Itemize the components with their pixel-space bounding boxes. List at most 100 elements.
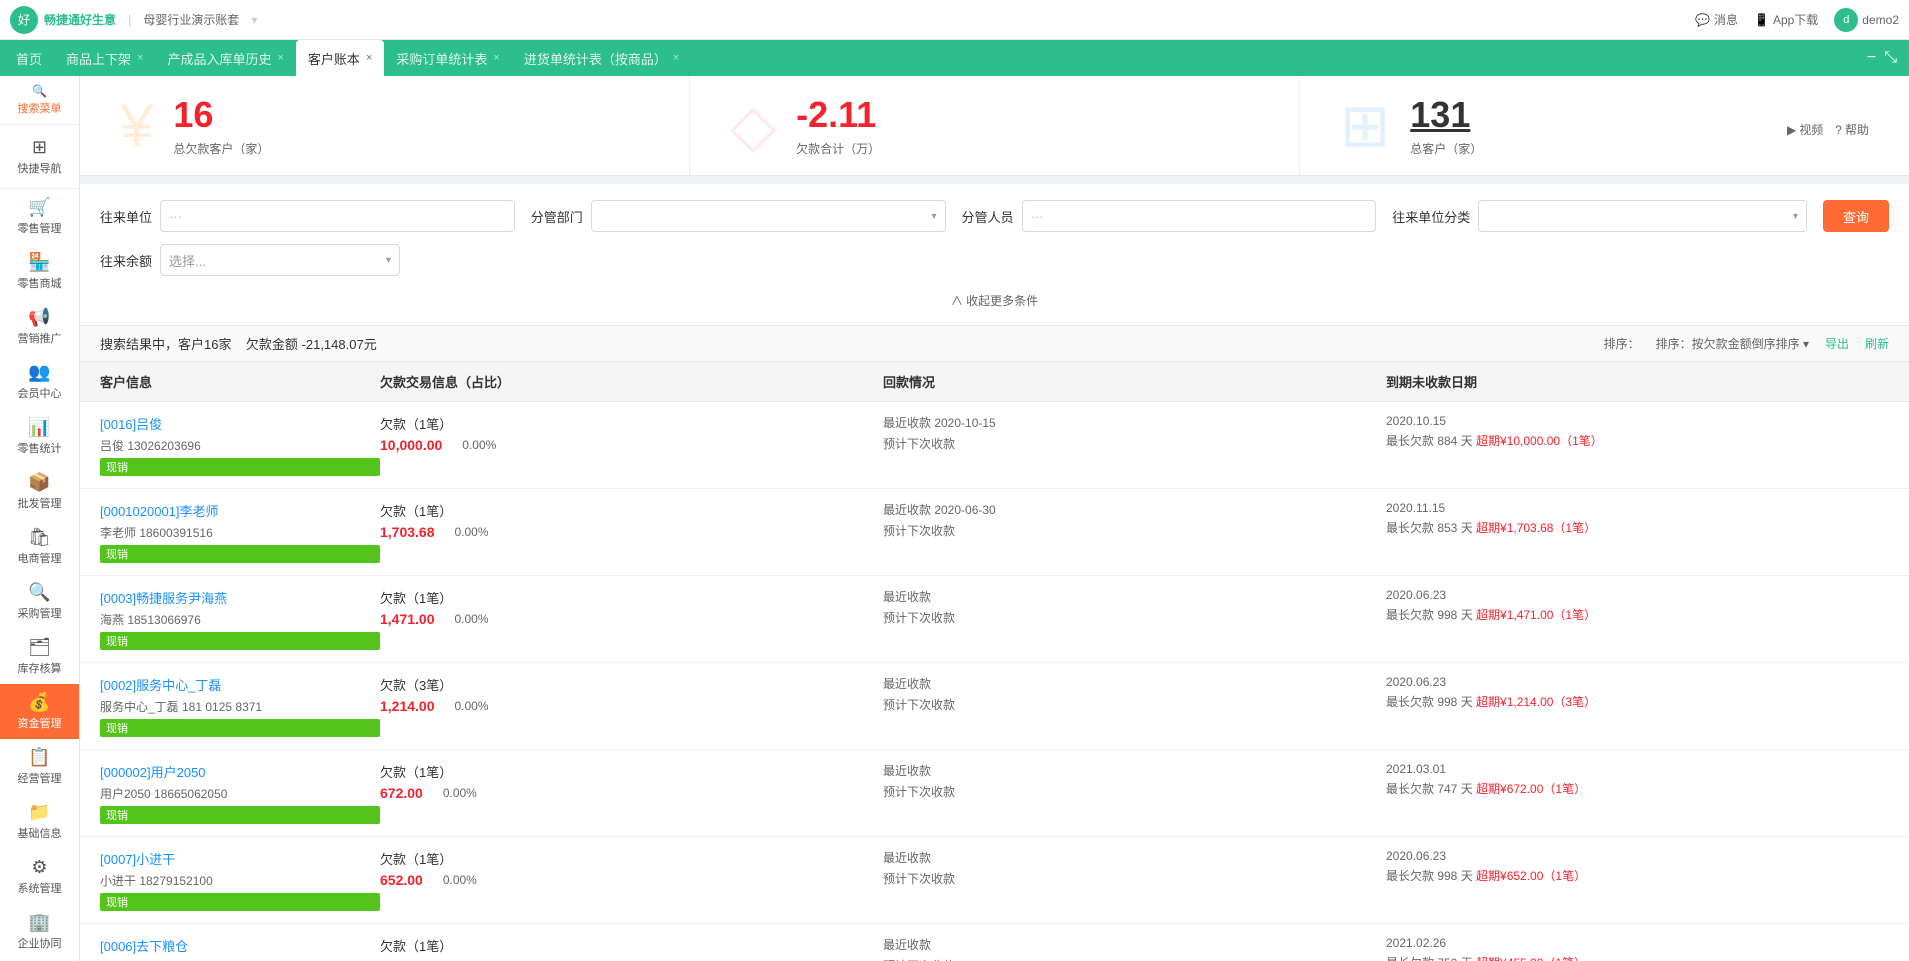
customer-tag-5: 现销 <box>100 893 380 911</box>
filter-from-unit: 往来单位 ··· <box>100 200 515 232</box>
customer-name-0[interactable]: [0016]吕俊 <box>100 414 380 433</box>
next-pay-0: 预计下次收款 <box>883 435 1386 452</box>
from-unit-input[interactable]: ··· <box>160 200 515 232</box>
customer-name-5[interactable]: [0007]小进干 <box>100 849 380 868</box>
debt-amount-row-1: 1,703.68 0.00% <box>380 524 883 540</box>
sidebar-item-purchase[interactable]: 🔍 采购管理 <box>0 574 79 629</box>
overdue-link-0[interactable]: 超期¥10,000.00（1笔） <box>1476 434 1603 448</box>
tab-close-customer-account[interactable]: × <box>366 52 372 64</box>
overdue-link-5[interactable]: 超期¥652.00（1笔） <box>1476 869 1586 883</box>
sidebar-items-container: 🛒 零售管理 🏪 零售商城 📢 营销推广 👥 会员中心 📊 零售统计 📦 批发管… <box>0 189 79 961</box>
customer-name-4[interactable]: [000002]用户2050 <box>100 762 380 781</box>
sidebar-item-basic[interactable]: 📁 基础信息 <box>0 794 79 849</box>
tab-label-purchase-order: 采购订单统计表 <box>396 49 487 68</box>
repay-info-0: 最近收款 2020-10-15 预计下次收款 <box>883 414 1386 476</box>
sidebar-item-corp[interactable]: 🏢 企业协同 <box>0 904 79 959</box>
sidebar-item-marketing[interactable]: 📢 营销推广 <box>0 299 79 354</box>
sidebar-item-ecommerce[interactable]: 🛍 电商管理 <box>0 519 79 574</box>
customer-phone-3: 服务中心_丁磊 181 0125 8371 <box>100 698 380 715</box>
video-button[interactable]: ▶ 视频 <box>1787 121 1823 138</box>
sidebar-item-retail-shop[interactable]: 🏪 零售商城 <box>0 244 79 299</box>
overdue-link-6[interactable]: 超期¥455.90（1笔） <box>1476 956 1586 961</box>
dept-select[interactable]: ▾ <box>591 200 946 232</box>
sidebar-search[interactable]: 🔍 搜索菜单 <box>0 76 79 125</box>
debt-amount-3: 1,214.00 <box>380 698 435 714</box>
tab-close-purchase-order[interactable]: × <box>493 52 499 64</box>
overdue-link-1[interactable]: 超期¥1,703.68（1笔） <box>1476 521 1596 535</box>
user-menu[interactable]: d demo2 <box>1834 8 1899 32</box>
tab-products[interactable]: 商品上下架× <box>54 40 155 76</box>
stat-icon-debt-amount: ◇ <box>730 91 776 161</box>
debt-row-5: 欠款（1笔） <box>380 849 883 868</box>
tab-purchase-order[interactable]: 采购订单统计表 × <box>384 40 511 76</box>
tab-production[interactable]: 产成品入库单历史× <box>155 40 295 76</box>
customer-name-3[interactable]: [0002]服务中心_丁磊 <box>100 675 380 694</box>
next-pay-5: 预计下次收款 <box>883 870 1386 887</box>
refresh-button[interactable]: 刷新 <box>1865 335 1889 352</box>
minimize-icon[interactable]: − <box>1867 49 1876 67</box>
results-actions: 排序： 排序：按欠款金额倒序排序 ▾ 导出 刷新 <box>1604 335 1889 352</box>
sidebar-item-system[interactable]: ⚙ 系统管理 <box>0 849 79 904</box>
maximize-icon[interactable]: ⤡ <box>1884 49 1897 67</box>
results-debt: 欠款金额 -21,148.07元 <box>246 337 377 352</box>
search-button[interactable]: 查询 <box>1823 200 1889 232</box>
filter-row-1: 往来单位 ··· 分管部门 ▾ 分管人员 · <box>100 200 1889 232</box>
quick-nav-label: 快捷导航 <box>18 160 62 176</box>
stat-label-debt-amount: 欠款合计（万） <box>796 140 880 157</box>
icon-corp: 🏢 <box>28 912 50 933</box>
tab-customer-account[interactable]: 客户账本× <box>296 40 384 76</box>
filter-label-unit-category: 往来单位分类 <box>1392 207 1470 226</box>
sidebar-item-ops[interactable]: 📋 经营管理 <box>0 739 79 794</box>
sort-select[interactable]: 排序：按欠款金额倒序排序 ▾ <box>1656 335 1809 352</box>
help-button[interactable]: ? 帮助 <box>1835 121 1869 138</box>
overdue-link-3[interactable]: 超期¥1,214.00（3笔） <box>1476 695 1596 709</box>
system-name: 母婴行业演示账套 <box>143 11 239 28</box>
filter-manager: 分管人员 ··· <box>962 200 1377 232</box>
tab-close-production[interactable]: × <box>277 52 283 64</box>
message-button[interactable]: 💬 消息 <box>1695 11 1738 28</box>
sidebar-item-member[interactable]: 👥 会员中心 <box>0 354 79 409</box>
customer-name-2[interactable]: [0003]畅捷服务尹海燕 <box>100 588 380 607</box>
customer-name-1[interactable]: [0001020001]李老师 <box>100 501 380 520</box>
customer-name-6[interactable]: [0006]去下粮仓 <box>100 936 380 955</box>
debt-amount-1: 1,703.68 <box>380 524 435 540</box>
icon-marketing: 📢 <box>28 307 50 328</box>
sidebar-item-retail-mgmt[interactable]: 🛒 零售管理 <box>0 189 79 244</box>
icon-retail-stats: 📊 <box>28 417 50 438</box>
app-download-button[interactable]: 📱 App下载 <box>1754 11 1818 28</box>
overdue-link-2[interactable]: 超期¥1,471.00（1笔） <box>1476 608 1596 622</box>
sidebar-item-retail-stats[interactable]: 📊 零售统计 <box>0 409 79 464</box>
manager-input[interactable]: ··· <box>1022 200 1377 232</box>
max-debt-days-4: 最长欠款 747 天 超期¥672.00（1笔） <box>1386 780 1889 797</box>
due-date-6: 2021.02.26 <box>1386 936 1889 950</box>
stat-number-total-customers: 131 <box>1410 94 1482 136</box>
message-label: 消息 <box>1714 11 1738 28</box>
balance-select[interactable]: 选择... ▾ <box>160 244 400 276</box>
table-body: [0016]吕俊 吕俊 13026203696 现销 欠款（1笔） 10,000… <box>80 402 1909 961</box>
tab-close-products[interactable]: × <box>137 52 143 64</box>
debt-amount-row-4: 672.00 0.00% <box>380 785 883 801</box>
dept-chevron-icon: ▾ <box>931 211 936 222</box>
tab-close-inbound-stats[interactable]: × <box>673 52 679 64</box>
collapse-button[interactable]: ∧ 收起更多条件 <box>100 288 1889 317</box>
sidebar-item-quick-nav[interactable]: ⊞ 快捷导航 <box>0 129 79 184</box>
icon-ecommerce: 🛍 <box>28 527 51 548</box>
overdue-link-4[interactable]: 超期¥672.00（1笔） <box>1476 782 1586 796</box>
unit-category-select[interactable]: ▾ <box>1478 200 1807 232</box>
stat-number-debt-amount: -2.11 <box>796 94 880 136</box>
data-table: 客户信息 欠款交易信息（占比） 回款情况 到期未收款日期 [0016]吕俊 吕俊… <box>80 362 1909 961</box>
tabs-container: 首页商品上下架×产成品入库单历史×客户账本×采购订单统计表×进货单统计表（按商品… <box>4 40 691 76</box>
tab-inbound-stats[interactable]: 进货单统计表（按商品）× <box>512 40 691 76</box>
tab-home[interactable]: 首页 <box>4 40 54 76</box>
filter-row-2: 往来余额 选择... ▾ <box>100 244 1889 276</box>
filter-label-balance: 往来余额 <box>100 251 152 270</box>
export-button[interactable]: 导出 <box>1825 335 1849 352</box>
customer-phone-2: 海燕 18513066976 <box>100 611 380 628</box>
sidebar-item-inventory[interactable]: 🗂 库存核算 <box>0 629 79 684</box>
debt-row-2: 欠款（1笔） <box>380 588 883 607</box>
sidebar-item-finance[interactable]: 💰 资金管理 <box>0 684 79 739</box>
label-ops: 经营管理 <box>18 770 62 786</box>
sidebar-item-batch-mgmt[interactable]: 📦 批发管理 <box>0 464 79 519</box>
stat-card-total-customers: ⊞ 131 总客户（家） ▶ 视频 ? 帮助 <box>1300 76 1909 175</box>
table-row: [0007]小进干 小进干 18279152100 现销 欠款（1笔） 652.… <box>80 837 1909 924</box>
